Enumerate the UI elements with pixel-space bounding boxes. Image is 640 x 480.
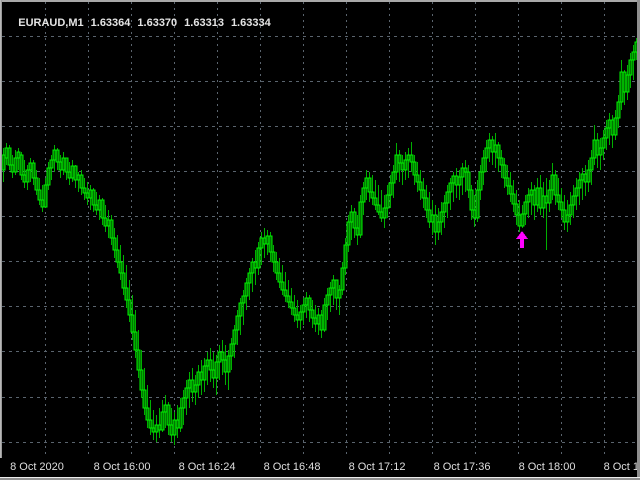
window-border-left: [0, 0, 2, 480]
chart-title: EURAUD,M1 1.63364 1.63370 1.63313 1.63334: [6, 5, 278, 41]
candles-layer: [1, 38, 637, 445]
time-axis-label: 8 Oct 16:00: [93, 461, 151, 473]
time-axis-label: 8 Oct 18:00: [518, 461, 576, 473]
time-axis[interactable]: 8 Oct 2020 8 Oct 16:00 8 Oct 16:24 8 Oct 16…: [0, 458, 637, 477]
time-axis-label: 8 Oct 16:24: [178, 461, 236, 473]
ohlc-low: 1.63313: [184, 17, 224, 29]
ohlc-open: 1.63364: [90, 17, 131, 29]
mt4-chart-window: EURAUD,M1 1.63364 1.63370 1.63313 1.63334 8 …: [0, 0, 640, 480]
time-axis-label: 8 Oct 18:24: [603, 461, 637, 473]
grid-layer: [2, 2, 637, 456]
ohlc-high: 1.63370: [137, 17, 178, 29]
ohlc-close: 1.63334: [230, 17, 271, 29]
window-border-top: [0, 0, 640, 2]
time-axis-label: 8 Oct 17:36: [433, 461, 491, 473]
symbol-period-label: EURAUD,M1: [18, 17, 84, 29]
buy-arrow-marker[interactable]: [516, 231, 528, 248]
time-axis-label: 8 Oct 17:12: [348, 461, 406, 473]
time-axis-label: 8 Oct 2020: [10, 461, 64, 473]
time-axis-label: 8 Oct 16:48: [263, 461, 321, 473]
candlestick-chart[interactable]: [0, 0, 637, 458]
